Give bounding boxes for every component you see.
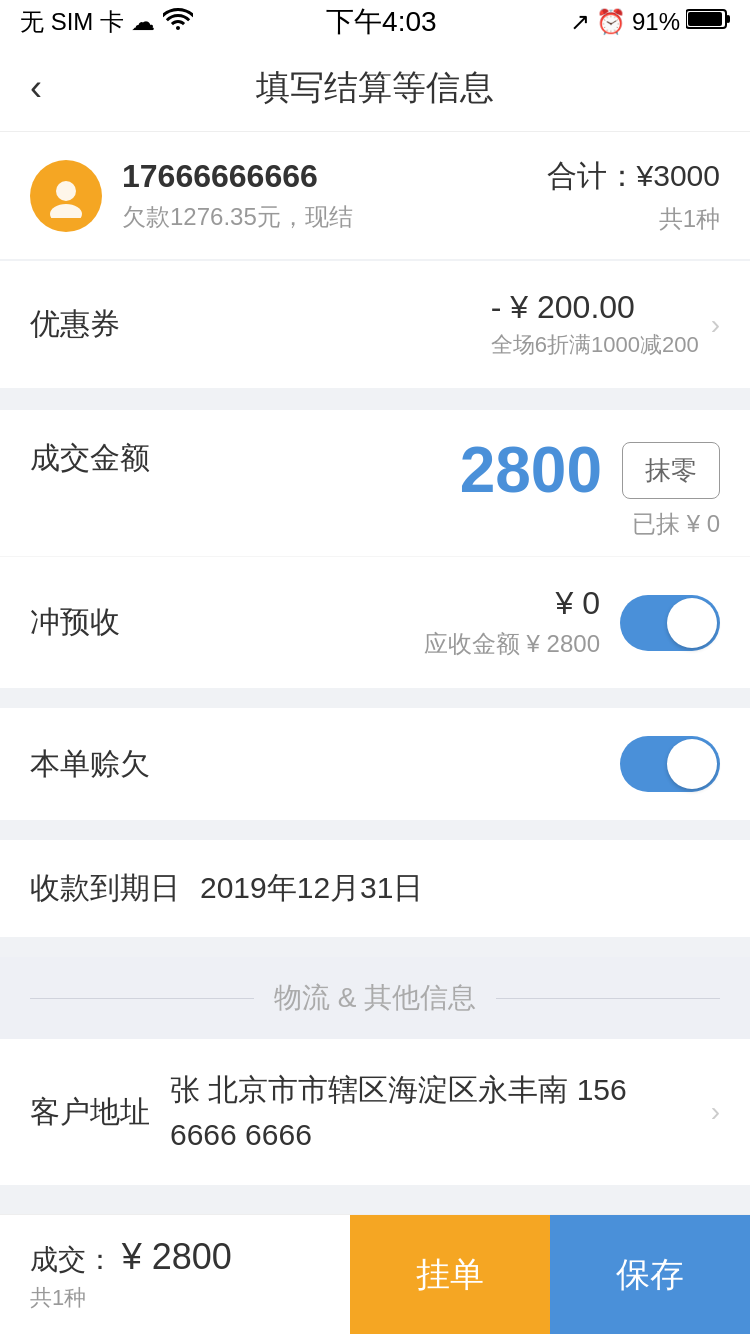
debt-toggle[interactable] (620, 736, 720, 792)
coupon-amount: - ¥ 200.00 (491, 289, 699, 326)
user-card: 17666666666 欠款1276.35元，现结 合计：¥3000 共1种 (0, 132, 750, 259)
precollect-sub: 应收金额 ¥ 2800 (424, 628, 600, 660)
transaction-sub: 已抹 ¥ 0 (632, 508, 720, 540)
precollect-row: 冲预收 ¥ 0 应收金额 ¥ 2800 (0, 557, 750, 688)
debt-toggle-knob (667, 739, 717, 789)
footer-trans-label: 成交： (30, 1244, 114, 1275)
svg-point-4 (50, 204, 82, 218)
header: ‹ 填写结算等信息 (0, 44, 750, 132)
address-value: 张 北京市市辖区海淀区永丰南 156 6666 6666 (170, 1067, 691, 1157)
user-total: 合计：¥3000 (547, 156, 720, 197)
footer: 成交： ¥ 2800 共1种 挂单 保存 (0, 1214, 750, 1334)
precollect-right: ¥ 0 应收金额 ¥ 2800 (424, 585, 600, 660)
hold-button[interactable]: 挂单 (350, 1215, 550, 1334)
address-row[interactable]: 客户地址 张 北京市市辖区海淀区永丰南 156 6666 6666 › (0, 1039, 750, 1185)
transaction-row: 成交金额 2800 抹零 已抹 ¥ 0 (0, 410, 750, 557)
location-icon: ↗ (570, 8, 590, 36)
page-title: 填写结算等信息 (256, 65, 494, 111)
coupon-label: 优惠券 (30, 304, 120, 345)
user-right: 合计：¥3000 共1种 (547, 156, 720, 235)
logistics-separator: 物流 & 其他信息 (0, 957, 750, 1039)
user-info: 17666666666 欠款1276.35元，现结 (122, 158, 353, 233)
toggle-knob (667, 598, 717, 648)
precollect-label: 冲预收 (30, 602, 120, 643)
alarm-icon: ⏰ (596, 8, 626, 36)
transaction-label: 成交金额 (30, 438, 150, 479)
svg-point-3 (56, 181, 76, 201)
save-button[interactable]: 保存 (550, 1215, 750, 1334)
back-button[interactable]: ‹ (30, 67, 42, 109)
status-time: 下午4:03 (326, 3, 437, 41)
coupon-desc: 全场6折满1000减200 (491, 330, 699, 360)
status-left: 无 SIM 卡 ☁ (20, 6, 193, 38)
logistics-label: 物流 & 其他信息 (274, 979, 476, 1017)
battery-label: 91% (632, 8, 680, 36)
battery-icon (686, 8, 730, 36)
status-right: ↗ ⏰ 91% (570, 8, 730, 36)
svg-rect-1 (726, 15, 730, 23)
due-date-label: 收款到期日 (30, 868, 180, 909)
debt-section: 本单赊欠 (0, 708, 750, 820)
user-count: 共1种 (547, 203, 720, 235)
footer-amount: ¥ 2800 (122, 1236, 232, 1277)
address-chevron-icon: › (711, 1096, 720, 1128)
section-divider-3 (0, 820, 750, 840)
svg-rect-2 (688, 12, 722, 26)
transaction-section: 成交金额 2800 抹零 已抹 ¥ 0 冲预收 ¥ 0 应收金额 ¥ 2800 (0, 410, 750, 688)
section-divider-4 (0, 937, 750, 957)
status-bar: 无 SIM 卡 ☁ 下午4:03 ↗ ⏰ 91% (0, 0, 750, 44)
wifi-icon (163, 8, 193, 36)
due-date-row: 收款到期日 2019年12月31日 (0, 840, 750, 937)
footer-count: 共1种 (30, 1283, 320, 1313)
debt-row: 本单赊欠 (0, 708, 750, 820)
round-button[interactable]: 抹零 (622, 442, 720, 499)
coupon-row[interactable]: 优惠券 - ¥ 200.00 全场6折满1000减200 › (0, 261, 750, 388)
footer-info: 成交： ¥ 2800 共1种 (0, 1215, 350, 1334)
transaction-value: 2800 (460, 438, 602, 502)
precollect-amount: ¥ 0 (556, 585, 600, 622)
precollect-toggle[interactable] (620, 595, 720, 651)
avatar (30, 160, 102, 232)
user-phone: 17666666666 (122, 158, 353, 195)
section-divider-2 (0, 688, 750, 708)
sep-line-left (30, 998, 254, 999)
user-left: 17666666666 欠款1276.35元，现结 (30, 158, 353, 233)
address-label: 客户地址 (30, 1092, 150, 1133)
chevron-right-icon: › (711, 309, 720, 341)
due-date-value: 2019年12月31日 (200, 868, 423, 909)
footer-amount-line: 成交： ¥ 2800 (30, 1236, 320, 1279)
sep-line-right (496, 998, 720, 999)
user-debt: 欠款1276.35元，现结 (122, 201, 353, 233)
debt-label: 本单赊欠 (30, 744, 150, 785)
sim-label: 无 SIM 卡 ☁ (20, 6, 155, 38)
section-divider-1 (0, 390, 750, 410)
